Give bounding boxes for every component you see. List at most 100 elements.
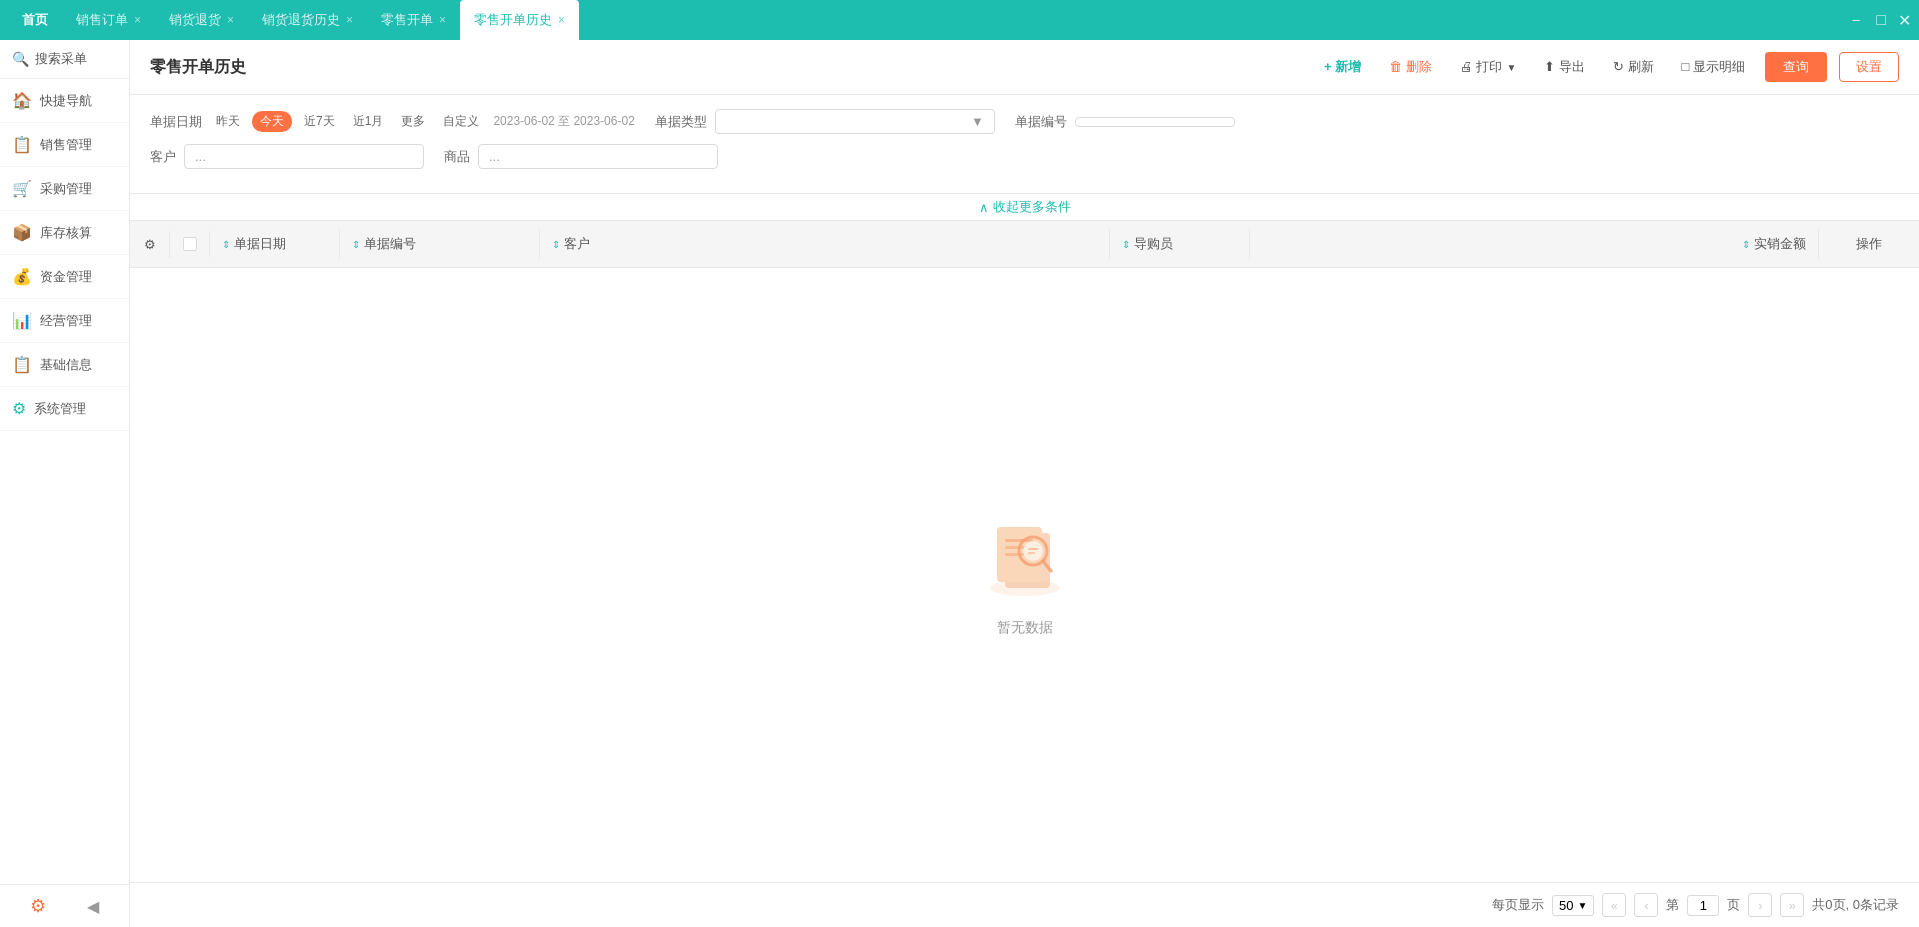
doc-number-input[interactable] xyxy=(1075,117,1235,127)
sidebar-item-sales-mgmt[interactable]: 📋 销售管理 xyxy=(0,123,129,167)
sidebar-bottom: ⚙ ◀ xyxy=(0,884,129,927)
empty-text: 暂无数据 xyxy=(997,619,1053,637)
sidebar-item-basic-info[interactable]: 📋 基础信息 xyxy=(0,343,129,387)
th-guide[interactable]: ⇕ 导购员 xyxy=(1110,229,1250,259)
maximize-btn[interactable]: □ xyxy=(1876,11,1886,29)
empty-area: 暂无数据 xyxy=(130,268,1919,882)
collapse-label: 收起更多条件 xyxy=(993,198,1071,216)
query-button[interactable]: 查询 xyxy=(1765,52,1827,82)
refresh-button[interactable]: ↻ 刷新 xyxy=(1605,54,1662,80)
total-info: 共0页, 0条记录 xyxy=(1812,896,1899,914)
tab-sales-return[interactable]: 销货退货 × xyxy=(155,0,248,40)
filter-row-2: 客户 ... 商品 ... xyxy=(150,144,1899,169)
svg-point-7 xyxy=(1023,541,1043,561)
last-page-btn[interactable]: » xyxy=(1780,893,1804,917)
per-page-select[interactable]: 50 ▼ xyxy=(1552,895,1594,916)
svg-rect-9 xyxy=(1028,548,1038,550)
sidebar-item-system[interactable]: ⚙ 系统管理 xyxy=(0,387,129,431)
delete-button[interactable]: 🗑 删除 xyxy=(1381,54,1440,80)
print-button[interactable]: 🖨 打印 ▼ xyxy=(1452,54,1525,80)
sort-date-icon: ⇕ xyxy=(222,239,230,250)
th-number[interactable]: ⇕ 单据编号 xyxy=(340,229,540,259)
customer-label: 客户 xyxy=(150,148,176,166)
goods-label: 商品 xyxy=(444,148,470,166)
date-btn-yesterday[interactable]: 昨天 xyxy=(210,111,246,132)
table-header: ⚙ ⇕ 单据日期 ⇕ 单据编号 ⇕ 客户 ⇕ xyxy=(130,221,1919,268)
collapse-bar[interactable]: ∧ 收起更多条件 xyxy=(130,194,1919,221)
sales-icon: 📋 xyxy=(12,135,32,154)
close-btn-window[interactable]: ✕ xyxy=(1898,11,1911,30)
table-area: ⚙ ⇕ 单据日期 ⇕ 单据编号 ⇕ 客户 ⇕ xyxy=(130,221,1919,882)
doc-type-label: 单据类型 xyxy=(655,113,707,131)
finance-icon: 💰 xyxy=(12,267,32,286)
goods-input[interactable]: ... xyxy=(478,144,718,169)
prev-page-btn[interactable]: ‹ xyxy=(1634,893,1658,917)
sidebar: 🔍 搜索采单 🏠 快捷导航 📋 销售管理 🛒 采购管理 📦 库存核算 💰 资金管… xyxy=(0,40,130,927)
th-date[interactable]: ⇕ 单据日期 xyxy=(210,229,340,259)
toolbar: + 新增 🗑 删除 🖨 打印 ▼ ⬆ 导出 ↻ 刷新 □ 显示明细 xyxy=(1316,52,1899,82)
table-setting-icon: ⚙ xyxy=(144,237,156,252)
sort-number-icon: ⇕ xyxy=(352,239,360,250)
tab-retail-open[interactable]: 零售开单 × xyxy=(367,0,460,40)
export-button[interactable]: ⬆ 导出 xyxy=(1536,54,1593,80)
collapse-sidebar-icon[interactable]: ◀ xyxy=(87,897,99,916)
page-header: 零售开单历史 + 新增 🗑 删除 🖨 打印 ▼ ⬆ 导出 ↻ 刷新 xyxy=(130,40,1919,95)
operation-icon: 📊 xyxy=(12,311,32,330)
sidebar-item-operation[interactable]: 📊 经营管理 xyxy=(0,299,129,343)
tab-home[interactable]: 首页 xyxy=(8,0,62,40)
pagination: 每页显示 50 ▼ « ‹ 第 页 › » 共0页, 0条记录 xyxy=(130,882,1919,927)
date-btn-today[interactable]: 今天 xyxy=(252,111,292,132)
tab-retail-history[interactable]: 零售开单历史 × xyxy=(460,0,579,40)
settings-button[interactable]: 设置 xyxy=(1839,52,1899,82)
tab-sales-return-history[interactable]: 销货退货历史 × xyxy=(248,0,367,40)
settings-bottom-icon[interactable]: ⚙ xyxy=(30,895,46,917)
svg-rect-10 xyxy=(1028,552,1035,554)
print-dropdown-icon: ▼ xyxy=(1506,62,1516,73)
new-button[interactable]: + 新增 xyxy=(1316,54,1369,80)
empty-illustration xyxy=(975,513,1075,603)
sidebar-item-quick-nav[interactable]: 🏠 快捷导航 xyxy=(0,79,129,123)
customer-more-icon: ... xyxy=(195,149,206,164)
svg-rect-3 xyxy=(1005,539,1033,542)
display-cols-button[interactable]: □ 显示明细 xyxy=(1674,54,1753,80)
date-btn-1month[interactable]: 近1月 xyxy=(347,111,390,132)
close-sales-return[interactable]: × xyxy=(227,13,234,27)
close-retail-open[interactable]: × xyxy=(439,13,446,27)
sidebar-item-purchase-mgmt[interactable]: 🛒 采购管理 xyxy=(0,167,129,211)
goods-more-icon: ... xyxy=(489,149,500,164)
date-btn-custom[interactable]: 自定义 xyxy=(437,111,485,132)
page-label: 第 xyxy=(1666,896,1679,914)
main-layout: 🔍 搜索采单 🏠 快捷导航 📋 销售管理 🛒 采购管理 📦 库存核算 💰 资金管… xyxy=(0,40,1919,927)
doc-type-dropdown-icon: ▼ xyxy=(971,114,984,129)
basic-info-icon: 📋 xyxy=(12,355,32,374)
doc-number-label: 单据编号 xyxy=(1015,113,1067,131)
date-btn-7days[interactable]: 近7天 xyxy=(298,111,341,132)
th-customer[interactable]: ⇕ 客户 xyxy=(540,229,1110,259)
th-setting[interactable]: ⚙ xyxy=(130,231,170,258)
doc-type-select[interactable]: ▼ xyxy=(715,109,995,134)
customer-filter-group: 客户 ... xyxy=(150,144,424,169)
minimize-btn[interactable]: － xyxy=(1848,10,1864,31)
first-page-btn[interactable]: « xyxy=(1602,893,1626,917)
tab-sales-order[interactable]: 销售订单 × xyxy=(62,0,155,40)
date-shortcuts: 昨天 今天 近7天 近1月 更多 自定义 xyxy=(210,111,485,132)
page-number-input[interactable] xyxy=(1687,895,1719,916)
next-page-btn[interactable]: › xyxy=(1748,893,1772,917)
header-checkbox[interactable] xyxy=(183,237,197,251)
search-icon: 🔍 xyxy=(12,51,29,67)
doc-type-filter-group: 单据类型 ▼ xyxy=(655,109,995,134)
page-title: 零售开单历史 xyxy=(150,57,246,78)
tab-bar: 首页 销售订单 × 销货退货 × 销货退货历史 × 零售开单 × 零售开单历史 … xyxy=(0,0,1919,40)
date-btn-more[interactable]: 更多 xyxy=(395,111,431,132)
purchase-icon: 🛒 xyxy=(12,179,32,198)
customer-input[interactable]: ... xyxy=(184,144,424,169)
sort-amount-icon: ⇕ xyxy=(1742,239,1750,250)
th-checkbox[interactable] xyxy=(170,231,210,257)
sidebar-search[interactable]: 🔍 搜索采单 xyxy=(0,40,129,79)
close-sales-return-history[interactable]: × xyxy=(346,13,353,27)
sidebar-item-finance[interactable]: 💰 资金管理 xyxy=(0,255,129,299)
close-sales-order[interactable]: × xyxy=(134,13,141,27)
th-amount[interactable]: ⇕ 实销金额 xyxy=(1250,229,1820,259)
close-retail-history[interactable]: × xyxy=(558,13,565,27)
sidebar-item-inventory[interactable]: 📦 库存核算 xyxy=(0,211,129,255)
